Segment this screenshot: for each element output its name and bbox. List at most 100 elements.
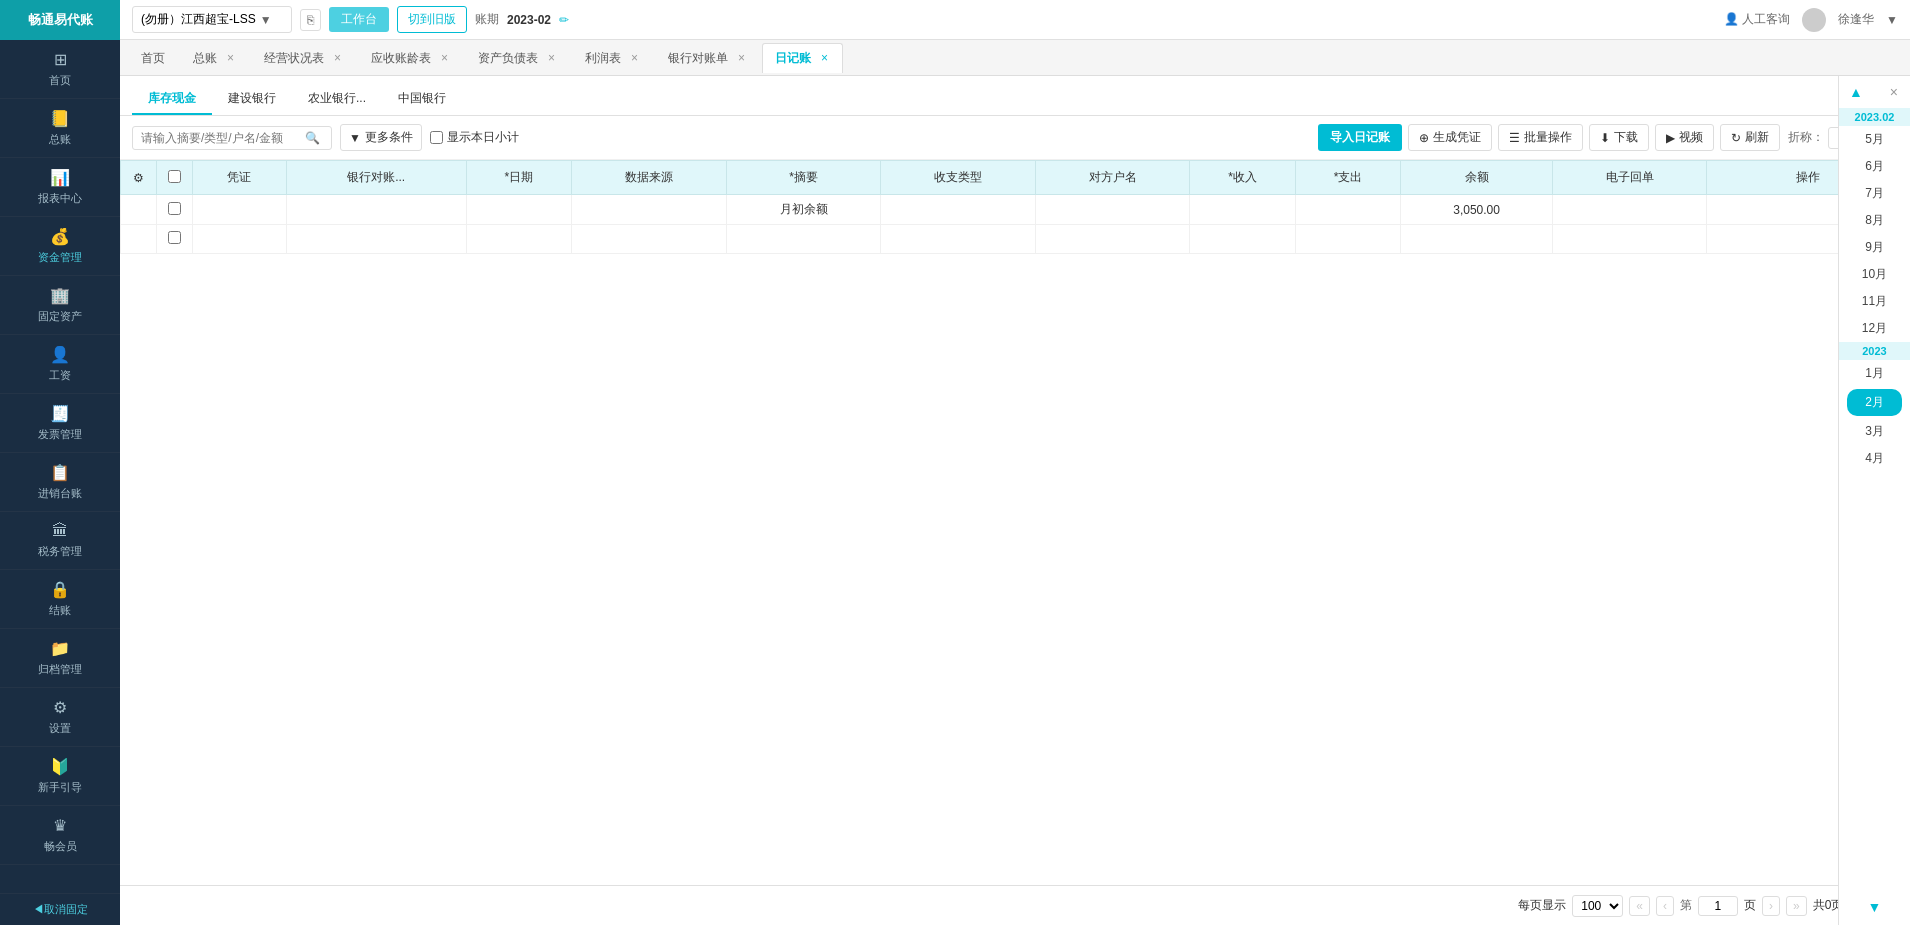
search-input[interactable] bbox=[141, 131, 301, 145]
sidebar-item-archive-label: 归档管理 bbox=[38, 662, 82, 677]
row-checkbox-1[interactable] bbox=[157, 195, 193, 225]
sidebar: 畅通易代账 ⊞ 首页 📒 总账 📊 报表中心 💰 资金管理 🏢 固定资产 👤 工… bbox=[0, 0, 120, 925]
page-number-input[interactable] bbox=[1698, 896, 1738, 916]
tab-ledger[interactable]: 总账 × bbox=[180, 43, 249, 73]
edit-period-icon[interactable]: ✏ bbox=[559, 13, 569, 27]
tab-receivable[interactable]: 应收账龄表 × bbox=[358, 43, 463, 73]
close-period-icon: 🔒 bbox=[50, 580, 70, 599]
mp-month-10[interactable]: 10月 bbox=[1839, 261, 1910, 288]
row-checkbox-input-1[interactable] bbox=[168, 202, 181, 215]
row-income-2 bbox=[1190, 225, 1296, 254]
row-expense-1 bbox=[1295, 195, 1401, 225]
import-journal-btn[interactable]: 导入日记账 bbox=[1318, 124, 1402, 151]
sidebar-item-invoices[interactable]: 🧾 发票管理 bbox=[0, 394, 120, 453]
page-size-select[interactable]: 100 50 200 bbox=[1572, 895, 1623, 917]
row-checkbox-input-2[interactable] bbox=[168, 231, 181, 244]
tab-journal[interactable]: 日记账 × bbox=[762, 43, 843, 73]
prev-page-btn[interactable]: ‹ bbox=[1656, 896, 1674, 916]
col-settings[interactable]: ⚙ bbox=[121, 161, 157, 195]
sidebar-item-wages[interactable]: 👤 工资 bbox=[0, 335, 120, 394]
switch-old-version-btn[interactable]: 切到旧版 bbox=[397, 6, 467, 33]
tab-bank-match[interactable]: 银行对账单 × bbox=[655, 43, 760, 73]
tab-assets-debt[interactable]: 资产负债表 × bbox=[465, 43, 570, 73]
tab-profit-close-btn[interactable]: × bbox=[629, 51, 640, 65]
sidebar-item-tax[interactable]: 🏛 税务管理 bbox=[0, 512, 120, 570]
mp-month-8[interactable]: 8月 bbox=[1839, 207, 1910, 234]
tab-assets-debt-label: 资产负债表 bbox=[478, 50, 538, 67]
unpin-sidebar-btn[interactable]: ◀取消固定 bbox=[0, 893, 120, 925]
batch-ops-btn[interactable]: ☰ 批量操作 bbox=[1498, 124, 1583, 151]
sub-tab-abc[interactable]: 农业银行... bbox=[292, 84, 382, 115]
support-link[interactable]: 👤 人工客询 bbox=[1724, 11, 1790, 28]
more-conditions-btn[interactable]: ▼ 更多条件 bbox=[340, 124, 422, 151]
next-page-btn[interactable]: › bbox=[1762, 896, 1780, 916]
row-settings-1[interactable] bbox=[121, 195, 157, 225]
refresh-btn[interactable]: ↻ 刷新 bbox=[1720, 124, 1780, 151]
mp-month-7[interactable]: 7月 bbox=[1839, 180, 1910, 207]
sidebar-item-ledger[interactable]: 📒 总账 bbox=[0, 99, 120, 158]
sub-tab-boc[interactable]: 中国银行 bbox=[382, 84, 462, 115]
sidebar-item-archive[interactable]: 📁 归档管理 bbox=[0, 629, 120, 688]
search-box[interactable]: 🔍 bbox=[132, 126, 332, 150]
tab-business[interactable]: 经营状况表 × bbox=[251, 43, 356, 73]
video-btn[interactable]: ▶ 视频 bbox=[1655, 124, 1714, 151]
year-block-2023-upper: 5月 6月 7月 8月 9月 10月 11月 12月 bbox=[1839, 126, 1910, 342]
sub-tab-cash[interactable]: 库存现金 bbox=[132, 84, 212, 115]
user-name[interactable]: 徐逢华 bbox=[1838, 11, 1874, 28]
tab-home[interactable]: 首页 bbox=[128, 43, 178, 73]
user-menu-icon[interactable]: ▼ bbox=[1886, 13, 1898, 27]
mp-month-1[interactable]: 1月 bbox=[1839, 360, 1910, 387]
row-checkbox-2[interactable] bbox=[157, 225, 193, 254]
workbench-btn[interactable]: 工作台 bbox=[329, 7, 389, 32]
mp-close-btn[interactable]: × bbox=[1884, 80, 1904, 104]
mp-month-3[interactable]: 3月 bbox=[1839, 418, 1910, 445]
tab-ledger-close-btn[interactable]: × bbox=[225, 51, 236, 65]
table-row bbox=[121, 225, 1910, 254]
page-size-label: 每页显示 bbox=[1518, 897, 1566, 914]
mp-month-2-selected[interactable]: 2月 bbox=[1847, 389, 1902, 416]
row-counterpart-1 bbox=[1035, 195, 1190, 225]
select-all-checkbox[interactable] bbox=[168, 170, 181, 183]
mp-nav-down[interactable]: ▼ bbox=[1864, 895, 1886, 919]
show-daily-checkbox-label[interactable]: 显示本日小计 bbox=[430, 129, 519, 146]
copy-company-btn[interactable]: ⎘ bbox=[300, 9, 321, 31]
mp-month-6[interactable]: 6月 bbox=[1839, 153, 1910, 180]
company-selector[interactable]: (勿册）江西超宝-LSS ▼ bbox=[132, 6, 292, 33]
sidebar-item-home[interactable]: ⊞ 首页 bbox=[0, 40, 120, 99]
sidebar-item-sales[interactable]: 📋 进销台账 bbox=[0, 453, 120, 512]
mp-month-4[interactable]: 4月 bbox=[1839, 445, 1910, 472]
sidebar-item-settings[interactable]: ⚙ 设置 bbox=[0, 688, 120, 747]
tab-assets-debt-close-btn[interactable]: × bbox=[546, 51, 557, 65]
sidebar-item-funds[interactable]: 💰 资金管理 bbox=[0, 217, 120, 276]
tab-receivable-close-btn[interactable]: × bbox=[439, 51, 450, 65]
mp-year-2023: 2023 bbox=[1839, 342, 1910, 360]
tab-business-close-btn[interactable]: × bbox=[332, 51, 343, 65]
row-income-1 bbox=[1190, 195, 1296, 225]
mp-month-12[interactable]: 12月 bbox=[1839, 315, 1910, 342]
show-daily-checkbox[interactable] bbox=[430, 131, 443, 144]
first-page-btn[interactable]: « bbox=[1629, 896, 1650, 916]
tab-business-label: 经营状况表 bbox=[264, 50, 324, 67]
mp-month-11[interactable]: 11月 bbox=[1839, 288, 1910, 315]
sidebar-item-home-label: 首页 bbox=[49, 73, 71, 88]
tab-bank-match-close-btn[interactable]: × bbox=[736, 51, 747, 65]
tab-profit[interactable]: 利润表 × bbox=[572, 43, 653, 73]
wages-icon: 👤 bbox=[50, 345, 70, 364]
sidebar-item-vip[interactable]: ♛ 畅会员 bbox=[0, 806, 120, 865]
sidebar-item-assets[interactable]: 🏢 固定资产 bbox=[0, 276, 120, 335]
tab-journal-close-btn[interactable]: × bbox=[819, 51, 830, 65]
row-settings-2[interactable] bbox=[121, 225, 157, 254]
last-page-btn[interactable]: » bbox=[1786, 896, 1807, 916]
download-btn[interactable]: ⬇ 下载 bbox=[1589, 124, 1649, 151]
mp-nav-up[interactable]: ▲ bbox=[1845, 80, 1867, 104]
sidebar-item-reports[interactable]: 📊 报表中心 bbox=[0, 158, 120, 217]
generate-voucher-btn[interactable]: ⊕ 生成凭证 bbox=[1408, 124, 1492, 151]
sidebar-item-guide[interactable]: 🔰 新手引导 bbox=[0, 747, 120, 806]
sidebar-item-tax-label: 税务管理 bbox=[38, 544, 82, 559]
mp-month-9[interactable]: 9月 bbox=[1839, 234, 1910, 261]
show-daily-label: 显示本日小计 bbox=[447, 129, 519, 146]
mp-month-5[interactable]: 5月 bbox=[1839, 126, 1910, 153]
col-checkbox[interactable] bbox=[157, 161, 193, 195]
sub-tab-ccb[interactable]: 建设银行 bbox=[212, 84, 292, 115]
sidebar-item-close[interactable]: 🔒 结账 bbox=[0, 570, 120, 629]
